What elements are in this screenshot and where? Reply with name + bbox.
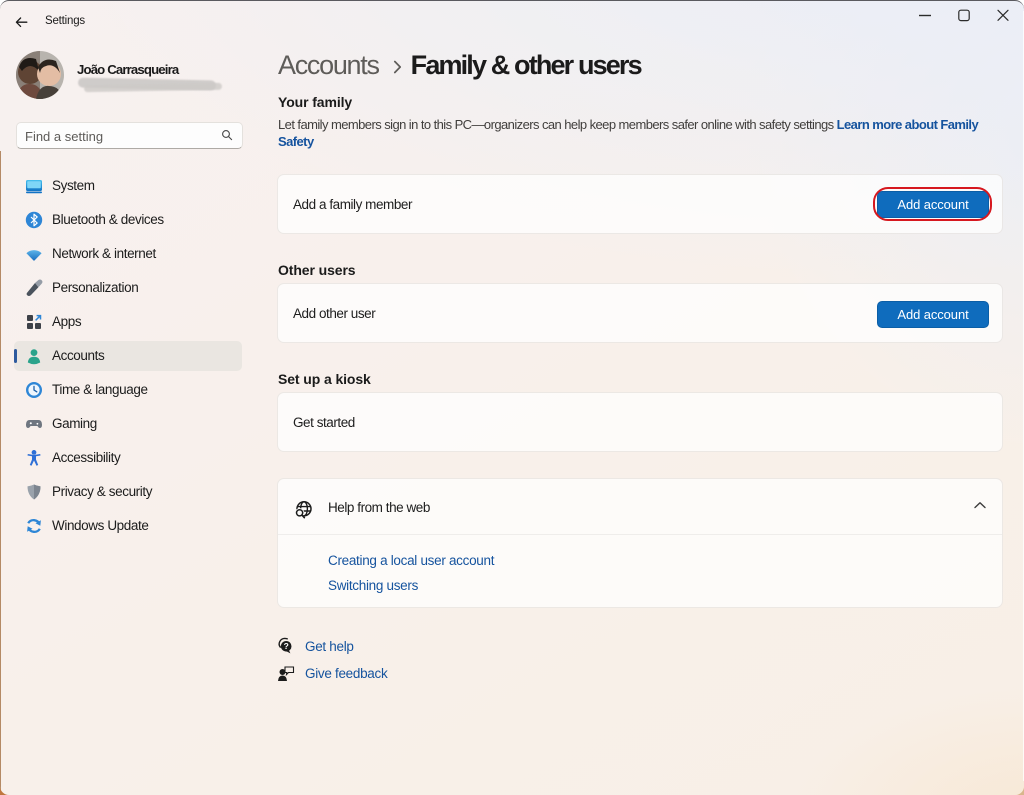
svg-text:?: ? [284, 641, 289, 651]
